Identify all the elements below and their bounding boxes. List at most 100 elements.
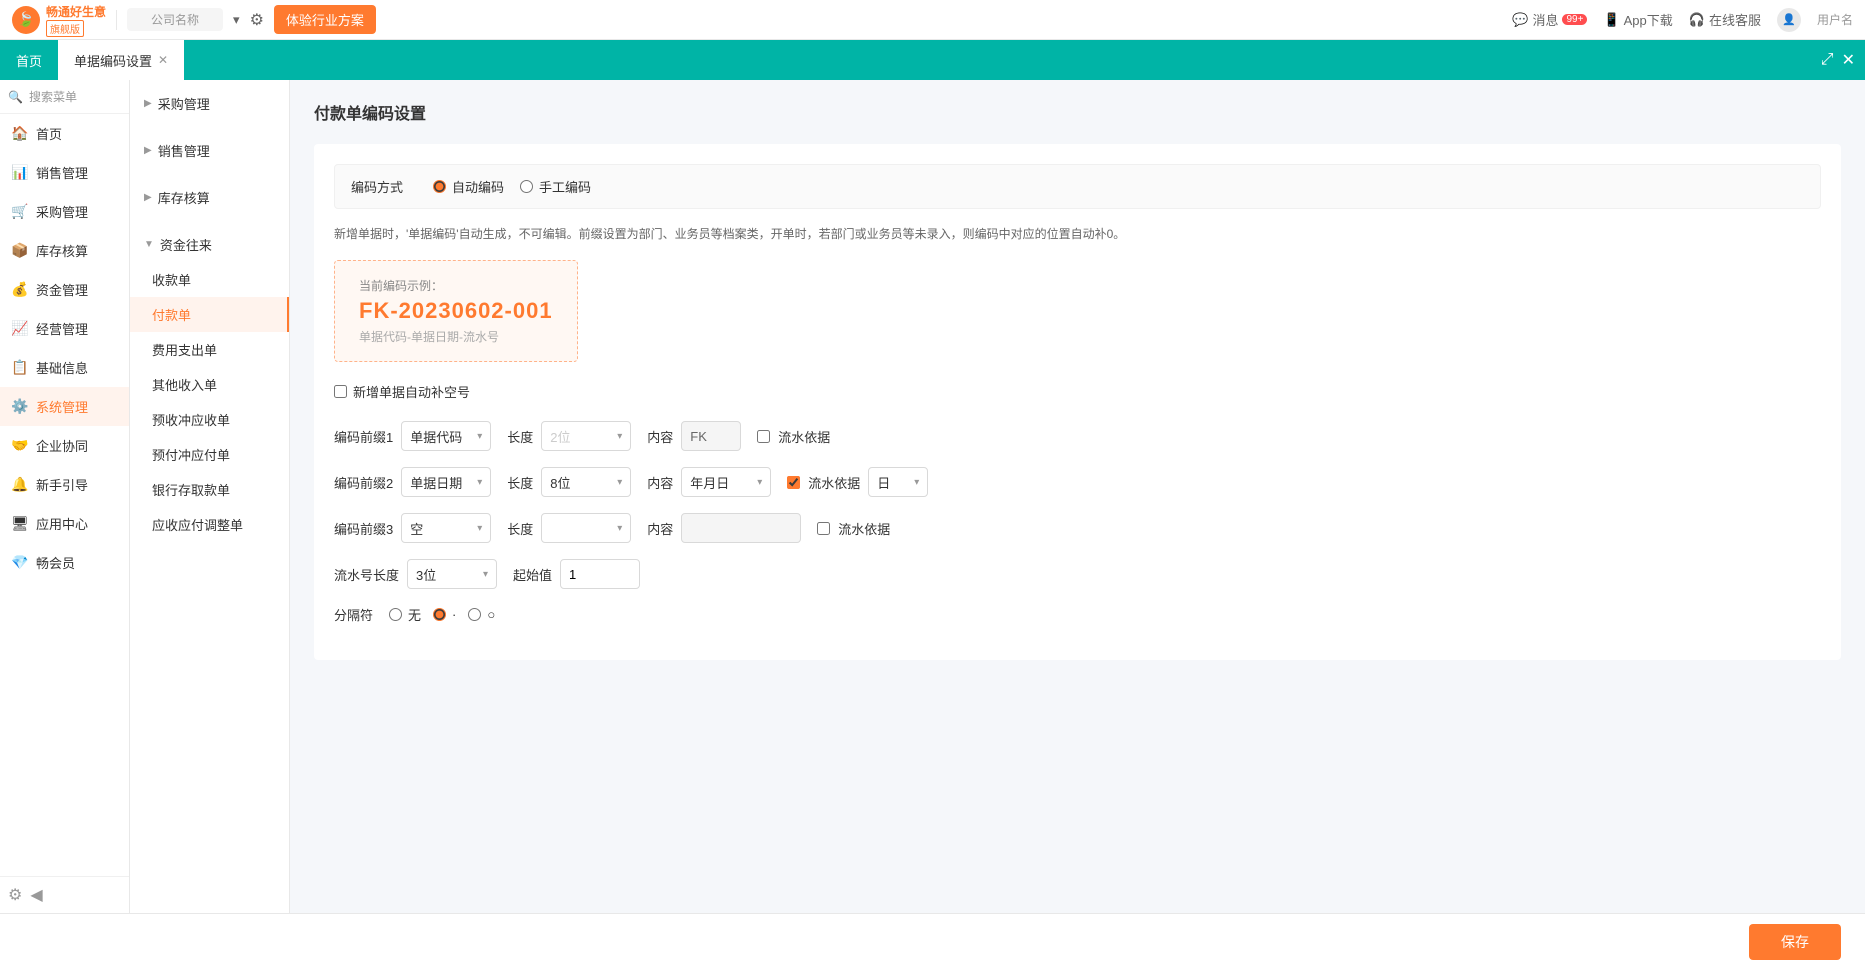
serial-row: 流水号长度 3位 ▾ 起始值 — [334, 559, 1821, 589]
prefix2-select[interactable]: 单据日期 ▾ — [401, 467, 491, 497]
sidebar-item-purchase[interactable]: 🛒 采购管理 — [0, 192, 129, 231]
separator-circle[interactable]: ○ — [468, 607, 495, 622]
company-selector[interactable]: 公司名称 — [127, 8, 223, 31]
prefix1-arrow: ▾ — [477, 431, 482, 442]
trial-button[interactable]: 体验行业方案 — [274, 5, 376, 34]
content2-field: 内容 年月日 ▾ — [647, 467, 771, 497]
sub-menu-header-capital[interactable]: ▼ 资金往来 — [130, 227, 289, 262]
sub-menu-item-payment[interactable]: 付款单 — [130, 297, 289, 332]
sidebar-item-enterprise[interactable]: 🤝 企业协同 — [0, 426, 129, 465]
length1-field: 长度 2位 ▾ — [507, 421, 631, 451]
member-icon: 💎 — [12, 555, 28, 571]
close-window-icon[interactable]: ✕ — [1842, 50, 1855, 70]
prefix3-select[interactable]: 空 ▾ — [401, 513, 491, 543]
save-button[interactable]: 保存 — [1749, 924, 1841, 960]
user-avatar[interactable]: 👤 — [1777, 8, 1801, 32]
sidebar-item-inventory[interactable]: 📦 库存核算 — [0, 231, 129, 270]
message-button[interactable]: 💬 消息 99+ — [1512, 10, 1587, 29]
sidebar-item-apps[interactable]: 🖥 应用中心 — [0, 504, 129, 543]
basic-info-icon: 📋 — [12, 360, 28, 376]
prefix3-arrow: ▾ — [477, 523, 482, 534]
length2-label: 长度 — [507, 473, 533, 492]
sub-menu-item-prepaid-payable[interactable]: 预付冲应付单 — [130, 437, 289, 472]
collapse-icon[interactable]: ◀ — [30, 885, 42, 905]
sidebar-item-guide[interactable]: 🔔 新手引导 — [0, 465, 129, 504]
content2-label: 内容 — [647, 473, 673, 492]
content3-label: 内容 — [647, 519, 673, 538]
top-bar-left: 🍃 畅通好生意 旗舰版 公司名称 ▾ ⚙ 体验行业方案 — [12, 3, 376, 37]
tab-close-icon[interactable]: ✕ — [158, 53, 168, 67]
tab-encoding-settings[interactable]: 单据编码设置 ✕ — [58, 40, 184, 80]
separator-row: 分隔符 无 · ○ — [334, 605, 1821, 624]
length3-select[interactable]: ▾ — [541, 513, 631, 543]
serial1-checkbox[interactable] — [757, 430, 770, 443]
sidebar-item-home[interactable]: 🏠 首页 — [0, 114, 129, 153]
prefix1-select[interactable]: 单据代码 ▾ — [401, 421, 491, 451]
content2-arrow: ▾ — [757, 477, 762, 488]
serial1-label: 流水依据 — [778, 427, 830, 446]
length3-arrow: ▾ — [617, 523, 622, 534]
serial2-unit-select[interactable]: 日 ▾ — [868, 467, 928, 497]
length1-label: 长度 — [507, 427, 533, 446]
separator-options: 无 · ○ — [389, 605, 495, 624]
operations-icon: 📈 — [12, 321, 28, 337]
serial-length-select[interactable]: 3位 ▾ — [407, 559, 497, 589]
radio-manual[interactable]: 手工编码 — [520, 177, 591, 196]
serial3-field: 流水依据 — [817, 519, 890, 538]
auto-fill-checkbox[interactable]: 新增单据自动补空号 — [334, 382, 470, 401]
sub-menu-header-purchase[interactable]: ▶ 采购管理 — [130, 86, 289, 121]
length1-select[interactable]: 2位 ▾ — [541, 421, 631, 451]
sub-menu-item-adjustment[interactable]: 应收应付调整单 — [130, 507, 289, 542]
content3-input — [681, 513, 801, 543]
sub-menu-item-receipt[interactable]: 收款单 — [130, 262, 289, 297]
serial2-unit-arrow: ▾ — [914, 477, 919, 488]
expand-button[interactable]: ▾ — [233, 12, 240, 28]
separator-none[interactable]: 无 — [389, 605, 421, 624]
app-download-button[interactable]: 📱 App下载 — [1603, 10, 1672, 29]
serial2-checkbox[interactable] — [787, 476, 800, 489]
serial-start-input[interactable] — [560, 559, 640, 589]
serial-length-label: 流水号长度 — [334, 565, 399, 584]
sub-menu-header-inventory[interactable]: ▶ 库存核算 — [130, 180, 289, 215]
sidebar-item-system[interactable]: ⚙️ 系统管理 — [0, 387, 129, 426]
tab-bar: 首页 单据编码设置 ✕ ⤢ ✕ — [0, 40, 1865, 80]
sidebar-item-basic-info[interactable]: 📋 基础信息 — [0, 348, 129, 387]
length2-select[interactable]: 8位 ▾ — [541, 467, 631, 497]
sidebar-item-member[interactable]: 💎 畅会员 — [0, 543, 129, 582]
serial-length-arrow: ▾ — [483, 569, 488, 580]
radio-auto[interactable]: 自动编码 — [433, 177, 504, 196]
purchase-icon: 🛒 — [12, 204, 28, 220]
sub-menu-item-prepaid-receivable[interactable]: 预收冲应收单 — [130, 402, 289, 437]
sidebar-item-operations[interactable]: 📈 经营管理 — [0, 309, 129, 348]
serial3-checkbox[interactable] — [817, 522, 830, 535]
serial-start-field: 起始值 — [513, 559, 640, 589]
arrow-icon-capital: ▼ — [144, 239, 154, 250]
sub-menu-header-sales[interactable]: ▶ 销售管理 — [130, 133, 289, 168]
guide-icon: 🔔 — [12, 477, 28, 493]
sidebar-item-sales[interactable]: 📊 销售管理 — [0, 153, 129, 192]
online-service-button[interactable]: 🎧 在线客服 — [1689, 10, 1761, 29]
tab-home[interactable]: 首页 — [0, 40, 58, 80]
content2-select[interactable]: 年月日 ▾ — [681, 467, 771, 497]
top-bar-right: 💬 消息 99+ 📱 App下载 🎧 在线客服 👤 用户名 — [1512, 8, 1853, 32]
maximize-icon[interactable]: ⤢ — [1821, 51, 1834, 69]
sidebar-search[interactable]: 🔍 搜索菜单 — [0, 80, 129, 114]
sub-menu-item-other-income[interactable]: 其他收入单 — [130, 367, 289, 402]
content1-input: FK — [681, 421, 741, 451]
gear-icon[interactable]: ⚙ — [250, 10, 264, 30]
separator-dot[interactable]: · — [433, 607, 456, 622]
inventory-icon: 📦 — [12, 243, 28, 259]
sidebar: 🔍 搜索菜单 🏠 首页 📊 销售管理 🛒 采购管理 📦 库存核算 💰 资金管理 … — [0, 80, 130, 913]
divider — [116, 10, 117, 30]
code-preview-value: FK-20230602-001 — [359, 298, 553, 324]
encoding-method-row: 编码方式 自动编码 手工编码 — [334, 164, 1821, 209]
content1-field: 内容 FK — [647, 421, 741, 451]
sub-menu-item-expense[interactable]: 费用支出单 — [130, 332, 289, 367]
enterprise-icon: 🤝 — [12, 438, 28, 454]
arrow-icon-inventory: ▶ — [144, 192, 152, 203]
sub-menu-item-bank[interactable]: 银行存取款单 — [130, 472, 289, 507]
main-layout: 🔍 搜索菜单 🏠 首页 📊 销售管理 🛒 采购管理 📦 库存核算 💰 资金管理 … — [0, 80, 1865, 913]
sidebar-item-finance[interactable]: 💰 资金管理 — [0, 270, 129, 309]
config-row-3: 编码前缀3 空 ▾ 长度 ▾ 内容 — [334, 513, 1821, 543]
settings-bottom-icon[interactable]: ⚙ — [8, 885, 22, 905]
